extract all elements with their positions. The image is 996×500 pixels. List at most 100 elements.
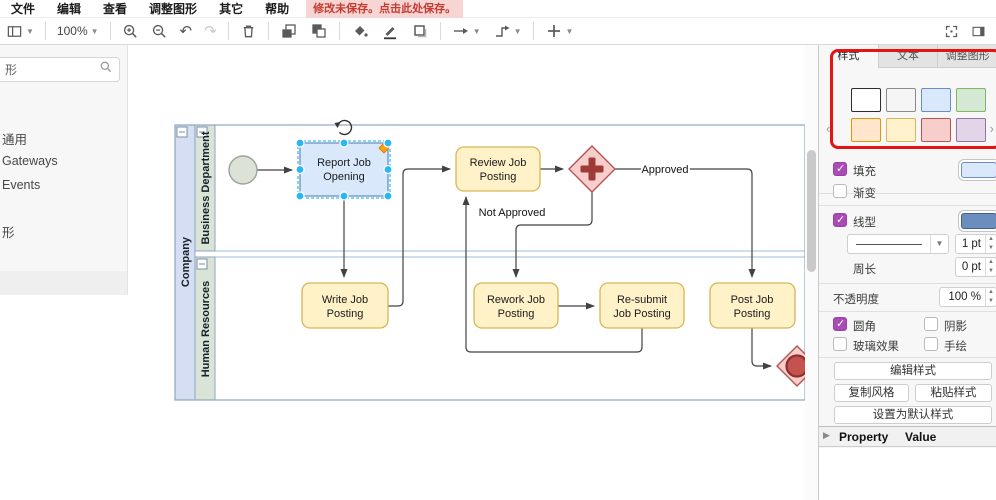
diagram-canvas[interactable]: Company Business Department Human Resour… — [128, 45, 805, 500]
line-label: 线型 — [853, 217, 876, 229]
glass-checkbox[interactable] — [833, 337, 847, 351]
sidebar-section-events[interactable]: Events — [2, 178, 40, 192]
sidebar-section-general[interactable]: 通用 — [2, 129, 27, 148]
delete-button[interactable] — [234, 19, 263, 43]
zoom-out-button[interactable] — [145, 19, 174, 43]
page-view-button[interactable]: ▼ — [0, 19, 40, 43]
line-color-preview[interactable] — [961, 213, 996, 229]
collapse-triangle-icon[interactable]: ▶ — [823, 430, 830, 441]
format-panel-toggle-button[interactable] — [965, 20, 992, 44]
line-color-button[interactable] — [375, 19, 405, 43]
task-label: Posting — [498, 308, 535, 320]
swatch-next-icon[interactable]: › — [990, 121, 994, 136]
pool-label: Company — [180, 236, 192, 287]
unsaved-changes-notice[interactable]: 修改未保存。点击此处保存。 — [306, 0, 464, 18]
fullscreen-button[interactable] — [938, 20, 965, 44]
task-label: Write Job — [322, 294, 368, 306]
to-front-button[interactable] — [274, 19, 304, 43]
waypoint-style-button[interactable]: ▼ — [487, 19, 528, 43]
sidebar-section-gateways[interactable]: Gateways — [2, 154, 58, 168]
task-write-job-posting[interactable]: Write Job Posting — [301, 282, 389, 329]
undo-button[interactable]: ↶ — [174, 19, 199, 43]
menu-arrange[interactable]: 调整图形 — [138, 0, 208, 17]
stepper-icons[interactable]: ▲ ▼ — [985, 288, 996, 306]
style-swatch-gray[interactable] — [886, 88, 916, 112]
shadow-checkbox[interactable] — [924, 317, 938, 331]
panel-divider — [819, 205, 996, 206]
style-swatch-red[interactable] — [921, 118, 951, 142]
shadow-label: 阴影 — [944, 321, 967, 333]
task-resubmit-job-posting[interactable]: Re-submit Job Posting — [599, 282, 685, 329]
line-width-spinner[interactable]: 1 pt ▲ ▼ — [955, 234, 996, 254]
edge-label-not-approved[interactable]: Not Approved — [477, 205, 548, 221]
zoom-level-value: 100% — [56, 24, 88, 38]
edge-label-approved[interactable]: Approved — [639, 162, 690, 178]
swatch-prev-icon[interactable]: ‹ — [826, 121, 830, 136]
menu-bar: 文件 编辑 查看 调整图形 其它 帮助 修改未保存。点击此处保存。 — [0, 0, 996, 18]
rounded-checkbox[interactable] — [833, 317, 847, 331]
caret-down-icon: ▼ — [26, 26, 34, 36]
tab-style[interactable]: 样式 — [819, 45, 878, 68]
task-label: Post Job — [731, 294, 774, 306]
fill-color-preview[interactable] — [961, 162, 996, 178]
perimeter-spinner[interactable]: 0 pt ▲ ▼ — [955, 257, 996, 277]
perimeter-label: 周长 — [853, 264, 876, 276]
sketch-label: 手绘 — [944, 341, 967, 353]
style-swatch-green[interactable] — [956, 88, 986, 112]
glass-label: 玻璃效果 — [853, 341, 899, 353]
undo-icon: ↶ — [179, 21, 193, 40]
tab-text[interactable]: 文本 — [877, 45, 938, 68]
copy-style-button[interactable]: 复制风格 — [834, 384, 909, 402]
menu-extras[interactable]: 其它 — [208, 0, 254, 17]
line-style-dropdown[interactable]: ▼ — [847, 234, 949, 254]
canvas-scrollbar-thumb[interactable] — [807, 150, 816, 272]
opacity-spinner[interactable]: 100 % ▲ ▼ — [939, 287, 996, 307]
stepper-icons[interactable]: ▲ ▼ — [985, 235, 996, 253]
insert-button[interactable]: ▼ — [539, 19, 580, 43]
line-checkbox[interactable] — [833, 213, 847, 227]
menu-file[interactable]: 文件 — [0, 0, 46, 17]
menu-view[interactable]: 查看 — [92, 0, 138, 17]
task-review-job-posting[interactable]: Review Job Posting — [455, 146, 541, 192]
connection-style-button[interactable]: ▼ — [446, 19, 487, 43]
opacity-label: 不透明度 — [833, 294, 879, 306]
fill-checkbox[interactable] — [833, 162, 847, 176]
edit-style-button[interactable]: 编辑样式 — [834, 362, 992, 380]
gradient-checkbox[interactable] — [833, 184, 847, 198]
zoom-in-button[interactable] — [116, 19, 145, 43]
task-label: Posting — [327, 308, 364, 320]
task-rework-job-posting[interactable]: Rework Job Posting — [473, 282, 559, 329]
lane-label-human-resources: Human Resources — [200, 281, 212, 378]
task-label: Posting — [480, 171, 517, 183]
search-text: 形 — [5, 63, 18, 77]
style-swatch-purple[interactable] — [956, 118, 986, 142]
sketch-checkbox[interactable] — [924, 337, 938, 351]
to-back-button[interactable] — [304, 19, 334, 43]
gradient-label: 渐变 — [853, 188, 876, 200]
fill-color-button[interactable] — [345, 19, 375, 43]
property-table-body — [819, 448, 996, 500]
shape-search-input[interactable]: 形 — [0, 57, 120, 82]
set-default-style-button[interactable]: 设置为默认样式 — [834, 406, 992, 424]
style-swatch-white[interactable] — [851, 88, 881, 112]
zoom-level-button[interactable]: 100% ▼ — [51, 19, 105, 43]
start-event[interactable] — [228, 155, 258, 185]
task-post-job-posting[interactable]: Post Job Posting — [709, 282, 796, 329]
redo-button[interactable]: ↷ — [198, 19, 223, 43]
sidebar-section-shapes[interactable]: 形 — [2, 222, 15, 241]
shapes-sidebar: 形 通用 Gateways Events 形 — [0, 45, 128, 500]
shadow-button[interactable] — [405, 19, 435, 43]
paste-style-button[interactable]: 粘贴样式 — [915, 384, 992, 402]
style-swatch-blue[interactable] — [921, 88, 951, 112]
tab-arrange[interactable]: 调整图形 — [937, 45, 996, 68]
task-report-job-opening[interactable]: Report Job Opening — [299, 142, 389, 197]
toolbar-separator — [338, 22, 340, 40]
style-swatch-yellow[interactable] — [886, 118, 916, 142]
stepper-icons[interactable]: ▲ ▼ — [985, 258, 996, 276]
canvas-scrollbar-track[interactable] — [805, 45, 818, 500]
menu-edit[interactable]: 编辑 — [46, 0, 92, 17]
menu-help[interactable]: 帮助 — [254, 0, 300, 17]
pool-collapse-icon[interactable] — [176, 126, 188, 138]
lane2-collapse-icon[interactable] — [196, 258, 208, 270]
style-swatch-orange[interactable] — [851, 118, 881, 142]
